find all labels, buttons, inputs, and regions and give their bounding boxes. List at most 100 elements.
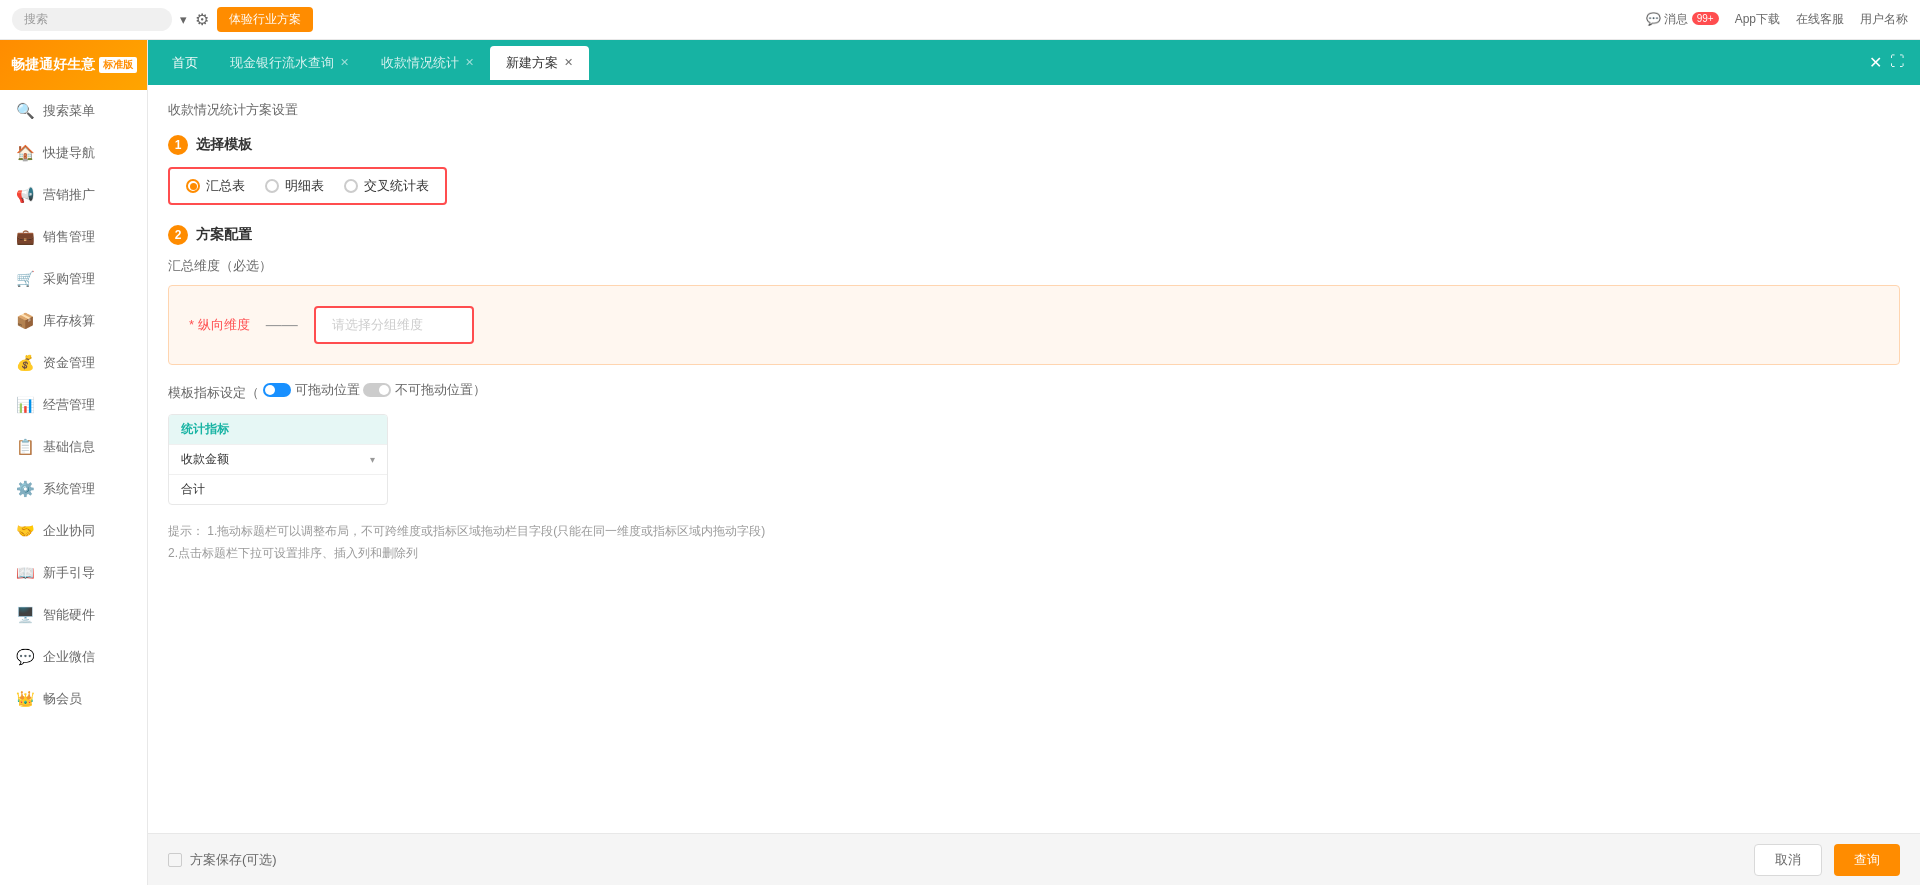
trial-button[interactable]: 体验行业方案 — [217, 7, 313, 32]
draggable-toggle: 可拖动位置 — [263, 381, 360, 399]
window-close-icon[interactable]: ✕ — [1869, 53, 1882, 72]
radio-summary[interactable]: 汇总表 — [186, 177, 245, 195]
tab-home[interactable]: 首页 — [156, 46, 214, 80]
dropdown-icon[interactable]: ▾ — [370, 454, 375, 465]
tab-receipt-stats[interactable]: 收款情况统计 ✕ — [365, 46, 490, 80]
sidebar-item-label: 企业协同 — [43, 522, 95, 540]
tab-close-cashflow[interactable]: ✕ — [340, 56, 349, 69]
logo-text: 畅捷通好生意 — [11, 56, 95, 74]
sidebar-item-member[interactable]: 👑 畅会员 — [0, 678, 147, 720]
cancel-button[interactable]: 取消 — [1754, 844, 1822, 876]
system-icon: ⚙️ — [16, 480, 35, 498]
tip-1: 提示： 1.拖动标题栏可以调整布局，不可跨维度或指标区域拖动栏目字段(只能在同一… — [168, 521, 1900, 543]
metrics-row-2: 合计 — [169, 474, 387, 504]
sidebar-item-label: 销售管理 — [43, 228, 95, 246]
tab-bar: 首页 现金银行流水查询 ✕ 收款情况统计 ✕ 新建方案 ✕ ✕ ⛶ — [148, 40, 1920, 85]
sidebar-item-label: 库存核算 — [43, 312, 95, 330]
dropdown-arrow-icon[interactable]: ▾ — [180, 12, 187, 27]
tip-2: 2.点击标题栏下拉可设置排序、插入列和删除列 — [168, 543, 1900, 565]
sidebar-item-label: 企业微信 — [43, 648, 95, 666]
sidebar-item-finance[interactable]: 💰 资金管理 — [0, 342, 147, 384]
sidebar-item-enterprise[interactable]: 🤝 企业协同 — [0, 510, 147, 552]
metrics-row-1[interactable]: 收款金额 ▾ — [169, 444, 387, 474]
step2-title: 方案配置 — [196, 226, 252, 244]
tips-section: 提示： 1.拖动标题栏可以调整布局，不可跨维度或指标区域拖动栏目字段(只能在同一… — [168, 521, 1900, 564]
sidebar-item-home[interactable]: 🏠 快捷导航 — [0, 132, 147, 174]
settings-icon[interactable]: ⚙ — [195, 10, 209, 29]
metrics-header: 模板指标设定（ 可拖动位置 不可拖 — [168, 381, 1900, 402]
step1-section: 1 选择模板 汇总表 明细表 — [168, 135, 1900, 205]
enterprise-icon: 🤝 — [16, 522, 35, 540]
step1-num: 1 — [168, 135, 188, 155]
sidebar-item-system[interactable]: ⚙️ 系统管理 — [0, 468, 147, 510]
finance-icon: 💰 — [16, 354, 35, 372]
tab-new-plan[interactable]: 新建方案 ✕ — [490, 46, 589, 80]
page-title: 收款情况统计方案设置 — [168, 101, 1900, 119]
sidebar-item-label: 采购管理 — [43, 270, 95, 288]
inventory-icon: 📦 — [16, 312, 35, 330]
radio-detail[interactable]: 明细表 — [265, 177, 324, 195]
sidebar-item-management[interactable]: 📊 经营管理 — [0, 384, 147, 426]
online-service-button[interactable]: 在线客服 — [1796, 11, 1844, 28]
bottom-bar: 方案保存(可选) 取消 查询 — [148, 833, 1920, 885]
dimension-select[interactable]: 请选择分组维度 — [314, 306, 474, 344]
sidebar-item-search[interactable]: 🔍 搜索菜单 — [0, 90, 147, 132]
sidebar-item-hardware[interactable]: 🖥️ 智能硬件 — [0, 594, 147, 636]
draggable-label: 可拖动位置 — [295, 381, 360, 399]
radio-summary-label: 汇总表 — [206, 177, 245, 195]
radio-detail-circle — [265, 179, 279, 193]
sidebar-item-inventory[interactable]: 📦 库存核算 — [0, 300, 147, 342]
sidebar: 畅捷通好生意 标准版 🔍 搜索菜单 🏠 快捷导航 📢 营销推广 💼 销售管理 🛒… — [0, 40, 148, 885]
metrics-row2-label: 合计 — [181, 481, 375, 498]
tab-close-new-plan[interactable]: ✕ — [564, 56, 573, 69]
sidebar-item-label: 营销推广 — [43, 186, 95, 204]
main-content: 首页 现金银行流水查询 ✕ 收款情况统计 ✕ 新建方案 ✕ ✕ ⛶ 收款情况统计… — [148, 40, 1920, 885]
arrow-icon: —— — [266, 316, 298, 334]
marketing-icon: 📢 — [16, 186, 35, 204]
step1-title: 选择模板 — [196, 136, 252, 154]
query-button[interactable]: 查询 — [1834, 844, 1900, 876]
page-content: 收款情况统计方案设置 1 选择模板 汇总表 明细表 — [148, 85, 1920, 833]
home-icon: 🏠 — [16, 144, 35, 162]
save-checkbox[interactable] — [168, 853, 182, 867]
non-draggable-label: 不可拖动位置） — [395, 381, 486, 399]
hardware-icon: 🖥️ — [16, 606, 35, 624]
dimension-row: * 纵向维度 —— 请选择分组维度 — [189, 306, 1879, 344]
guide-icon: 📖 — [16, 564, 35, 582]
search-box[interactable]: 搜索 — [12, 8, 172, 31]
sidebar-item-label: 智能硬件 — [43, 606, 95, 624]
sidebar-item-wechat[interactable]: 💬 企业微信 — [0, 636, 147, 678]
step2-header: 2 方案配置 — [168, 225, 1900, 245]
sidebar-item-sales[interactable]: 💼 销售管理 — [0, 216, 147, 258]
sidebar-item-basic-info[interactable]: 📋 基础信息 — [0, 426, 147, 468]
sidebar-item-marketing[interactable]: 📢 营销推广 — [0, 174, 147, 216]
row-label: * 纵向维度 — [189, 316, 250, 334]
sidebar-item-label: 新手引导 — [43, 564, 95, 582]
metrics-row1-label: 收款金额 — [181, 451, 364, 468]
radio-summary-circle — [186, 179, 200, 193]
tab-cashflow[interactable]: 现金银行流水查询 ✕ — [214, 46, 365, 80]
bottom-left: 方案保存(可选) — [168, 851, 277, 869]
sidebar-item-purchase[interactable]: 🛒 采购管理 — [0, 258, 147, 300]
app-download-button[interactable]: App下载 — [1735, 11, 1780, 28]
message-badge: 99+ — [1692, 12, 1719, 25]
sidebar-item-guide[interactable]: 📖 新手引导 — [0, 552, 147, 594]
dimension-section-label: 汇总维度（必选） — [168, 257, 1900, 275]
message-button[interactable]: 💬 消息 99+ — [1646, 11, 1719, 28]
page-inner: 收款情况统计方案设置 1 选择模板 汇总表 明细表 — [148, 85, 1920, 833]
sidebar-logo: 畅捷通好生意 标准版 — [0, 40, 147, 90]
search-menu-icon: 🔍 — [16, 102, 35, 120]
window-expand-icon[interactable]: ⛶ — [1890, 53, 1904, 72]
sidebar-item-label: 快捷导航 — [43, 144, 95, 162]
radio-crosstab-circle — [344, 179, 358, 193]
bottom-right: 取消 查询 — [1754, 844, 1900, 876]
radio-crosstab[interactable]: 交叉统计表 — [344, 177, 429, 195]
top-bar: 搜索 ▾ ⚙ 体验行业方案 💬 消息 99+ App下载 在线客服 用户名称 — [0, 0, 1920, 40]
radio-detail-label: 明细表 — [285, 177, 324, 195]
sidebar-item-label: 经营管理 — [43, 396, 95, 414]
step2-num: 2 — [168, 225, 188, 245]
top-bar-left: 搜索 ▾ ⚙ 体验行业方案 — [12, 7, 313, 32]
sidebar-item-label: 搜索菜单 — [43, 102, 95, 120]
tab-bar-actions: ✕ ⛶ — [1869, 53, 1912, 72]
tab-close-receipt[interactable]: ✕ — [465, 56, 474, 69]
